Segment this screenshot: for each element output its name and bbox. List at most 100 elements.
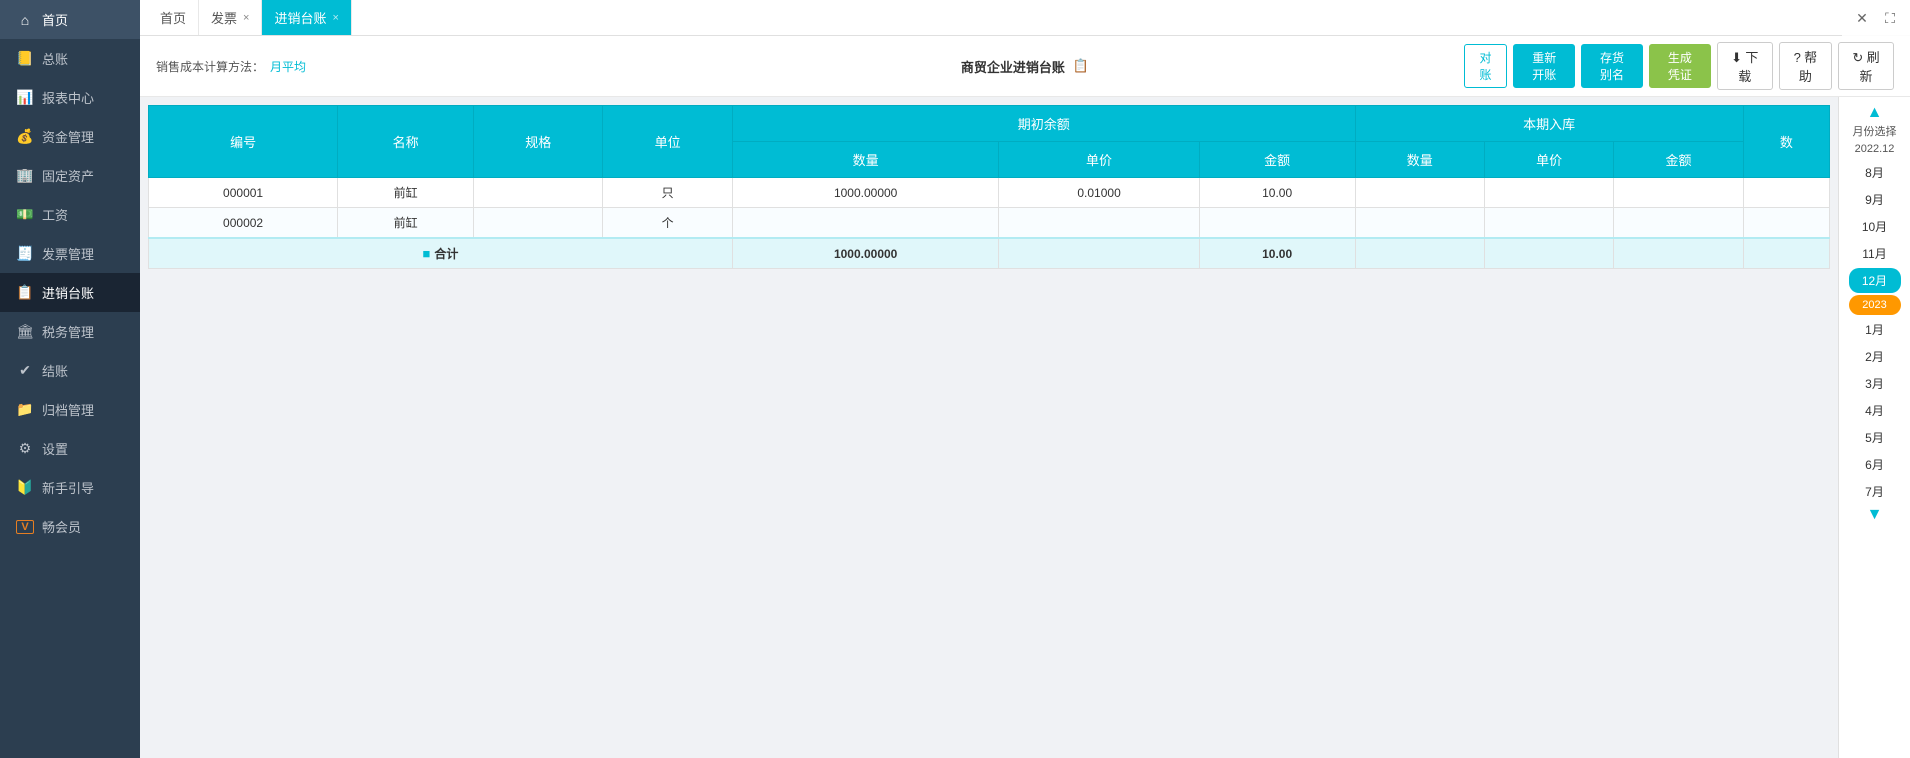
month-item-9[interactable]: 9月 <box>1849 187 1901 212</box>
col-unit: 单位 <box>603 106 732 178</box>
generate-button[interactable]: 生成凭证 <box>1649 44 1711 88</box>
reports-icon: 📊 <box>16 89 34 106</box>
maximize-button[interactable]: ⛶ <box>1878 6 1902 30</box>
cell-in-qty <box>1355 208 1484 239</box>
tab-invoice[interactable]: 发票 × <box>199 0 262 35</box>
total-in-qty <box>1355 238 1484 269</box>
sidebar-item-purchase-sales[interactable]: 📋 进销台账 <box>0 273 140 312</box>
cell-in-price <box>1484 208 1613 239</box>
sidebar-item-guide[interactable]: 🔰 新手引导 <box>0 468 140 507</box>
cost-method-label: 销售成本计算方法： <box>156 58 264 75</box>
refresh-icon: ↻ <box>1852 50 1863 65</box>
table-row: 000002 前缸 个 <box>149 208 1830 239</box>
sidebar-item-label: 进销台账 <box>42 283 94 302</box>
month-item-5[interactable]: 5月 <box>1849 425 1901 450</box>
download-icon: ⬇ <box>1731 50 1742 65</box>
total-in-price <box>1484 238 1613 269</box>
help-button[interactable]: ? 帮助 <box>1779 42 1832 90</box>
reopen-button[interactable]: 重新开账 <box>1513 44 1575 88</box>
sidebar-item-label: 新手引导 <box>42 478 94 497</box>
cell-opening-price <box>999 208 1199 239</box>
col-id: 编号 <box>149 106 338 178</box>
help-icon: ? <box>1794 50 1801 65</box>
tab-home[interactable]: 首页 <box>148 0 199 35</box>
cell-trailing <box>1743 178 1829 208</box>
month-panel-title: 月份选择 <box>1853 123 1897 139</box>
month-nav-up[interactable]: ▲ <box>1865 103 1885 123</box>
toolbar: 销售成本计算方法： 月平均 商贸企业进销台账 📋 对账 重新开账 存货别名 生成… <box>140 36 1910 97</box>
sidebar-item-member[interactable]: V 畅会员 <box>0 507 140 546</box>
close-button[interactable]: ✕ <box>1850 6 1874 30</box>
month-item-6[interactable]: 6月 <box>1849 452 1901 477</box>
sidebar-item-assets[interactable]: 🏢 固定资产 <box>0 156 140 195</box>
cell-in-amount <box>1614 208 1743 239</box>
guide-icon: 🔰 <box>16 479 34 496</box>
cell-name: 前缸 <box>338 178 474 208</box>
sidebar-item-reports[interactable]: 📊 报表中心 <box>0 78 140 117</box>
total-opening-price <box>999 238 1199 269</box>
assets-icon: 🏢 <box>16 167 34 184</box>
sidebar-item-invoice-mgmt[interactable]: 🧾 发票管理 <box>0 234 140 273</box>
month-item-7[interactable]: 7月 <box>1849 479 1901 504</box>
sidebar-item-label: 税务管理 <box>42 322 94 341</box>
month-item-8[interactable]: 8月 <box>1849 160 1901 185</box>
help-label: 帮助 <box>1799 50 1817 84</box>
sidebar-item-salary[interactable]: 💵 工资 <box>0 195 140 234</box>
tab-purchase-sales[interactable]: 进销台账 × <box>262 0 351 35</box>
tax-icon: 🏛 <box>16 323 34 340</box>
reconcile-button[interactable]: 对账 <box>1464 44 1508 88</box>
sidebar-item-ledger[interactable]: 📒 总账 <box>0 39 140 78</box>
col-opening-qty: 数量 <box>732 142 999 178</box>
cell-id: 000002 <box>149 208 338 239</box>
sidebar-item-archive[interactable]: 📁 归档管理 <box>0 390 140 429</box>
sidebar-item-home[interactable]: ⌂ 首页 <box>0 0 140 39</box>
sidebar-item-tax[interactable]: 🏛 税务管理 <box>0 312 140 351</box>
month-item-1[interactable]: 1月 <box>1849 317 1901 342</box>
sidebar-item-settings[interactable]: ⚙ 设置 <box>0 429 140 468</box>
cell-opening-price: 0.01000 <box>999 178 1199 208</box>
col-opening-amount: 金额 <box>1199 142 1355 178</box>
tab-home-label: 首页 <box>160 8 186 27</box>
sidebar-item-label: 固定资产 <box>42 166 94 185</box>
month-item-12[interactable]: 12月 <box>1849 268 1901 293</box>
table-row: 000001 前缸 只 1000.00000 0.01000 10.00 <box>149 178 1830 208</box>
closing-icon: ✔ <box>16 362 34 379</box>
month-nav-down[interactable]: ▼ <box>1865 505 1885 525</box>
cell-in-qty <box>1355 178 1484 208</box>
cell-opening-qty <box>732 208 999 239</box>
sidebar-item-funds[interactable]: 💰 资金管理 <box>0 117 140 156</box>
download-button[interactable]: ⬇ 下载 <box>1717 42 1773 90</box>
sidebar-item-label: 工资 <box>42 205 68 224</box>
sidebar-item-label: 发票管理 <box>42 244 94 263</box>
month-item-11[interactable]: 11月 <box>1849 241 1901 266</box>
month-item-4[interactable]: 4月 <box>1849 398 1901 423</box>
tab-invoice-label: 发票 <box>211 8 237 27</box>
total-in-amount <box>1614 238 1743 269</box>
salary-icon: 💵 <box>16 206 34 223</box>
tab-invoice-close[interactable]: × <box>243 12 249 24</box>
cell-opening-amount <box>1199 208 1355 239</box>
month-item-2[interactable]: 2月 <box>1849 344 1901 369</box>
year-2023-badge: 2023 <box>1849 295 1901 315</box>
sidebar-item-label: 畅会员 <box>42 517 81 536</box>
total-label: ■合计 <box>149 238 733 269</box>
month-item-3[interactable]: 3月 <box>1849 371 1901 396</box>
month-item-10[interactable]: 10月 <box>1849 214 1901 239</box>
cost-method-value: 月平均 <box>270 58 306 75</box>
tab-purchase-sales-label: 进销台账 <box>274 8 326 27</box>
sidebar-item-label: 首页 <box>42 10 68 29</box>
total-opening-qty: 1000.00000 <box>732 238 999 269</box>
col-spec: 规格 <box>474 106 603 178</box>
tab-purchase-sales-close[interactable]: × <box>332 12 338 24</box>
cell-name: 前缸 <box>338 208 474 239</box>
refresh-button[interactable]: ↻ 刷新 <box>1838 42 1894 90</box>
ledger-icon: 📒 <box>16 50 34 67</box>
home-icon: ⌂ <box>16 12 34 28</box>
cell-opening-amount: 10.00 <box>1199 178 1355 208</box>
save-alias-button[interactable]: 存货别名 <box>1581 44 1643 88</box>
sidebar: ⌂ 首页 📒 总账 📊 报表中心 💰 资金管理 🏢 固定资产 💵 工资 🧾 发票… <box>0 0 140 758</box>
main-area: ✕ ⛶ 首页 发票 × 进销台账 × 销售成本计算方法： 月平均 商贸企业进销台… <box>140 0 1910 758</box>
table-wrapper: 编号 名称 规格 单位 期初余额 本期入库 数 数量 单价 金额 数量 单价 <box>140 97 1838 758</box>
sidebar-item-closing[interactable]: ✔ 结账 <box>0 351 140 390</box>
cell-unit: 只 <box>603 178 732 208</box>
